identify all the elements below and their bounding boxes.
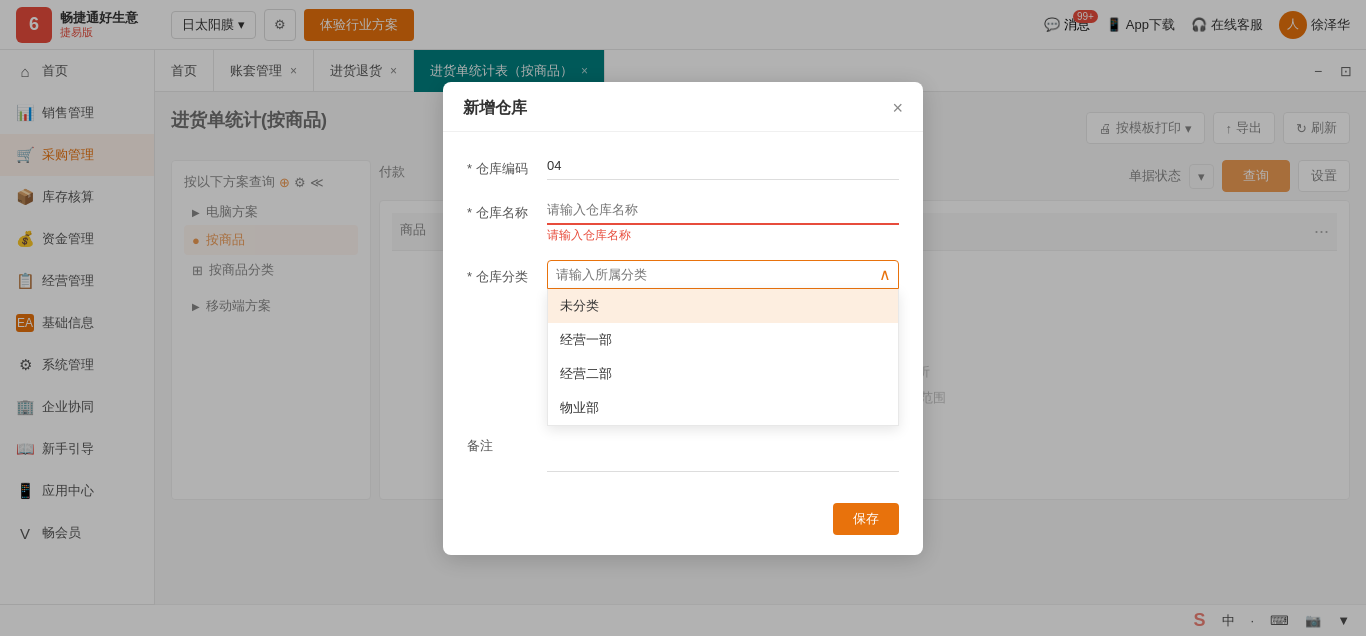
dropdown-item-dept3[interactable]: 物业部: [548, 391, 898, 425]
form-row-code: * 仓库编码: [467, 152, 899, 180]
new-warehouse-modal: 新增仓库 × * 仓库编码 * 仓库名称 请输入仓库名称 * 仓库分: [443, 82, 923, 555]
chevron-up-icon: ∧: [879, 265, 891, 284]
note-input-wrap: [547, 429, 899, 475]
name-input[interactable]: [547, 196, 899, 225]
form-row-note: 备注: [467, 429, 899, 475]
dropdown-item-uncategorized[interactable]: 未分类: [548, 289, 898, 323]
code-input[interactable]: [547, 152, 899, 180]
name-label: * 仓库名称: [467, 196, 547, 222]
dropdown-item-dept1[interactable]: 经营一部: [548, 323, 898, 357]
category-select-wrap: ∧ 未分类 经营一部 经营二部 物业部: [547, 260, 899, 289]
modal-body: * 仓库编码 * 仓库名称 请输入仓库名称 * 仓库分类 ∧: [443, 132, 923, 475]
modal-header: 新增仓库 ×: [443, 82, 923, 132]
form-row-category: * 仓库分类 ∧ 未分类 经营一部 经营二部 物业部: [467, 260, 899, 289]
code-label: * 仓库编码: [467, 152, 547, 178]
dropdown-item-dept2[interactable]: 经营二部: [548, 357, 898, 391]
modal-title: 新增仓库: [463, 98, 527, 119]
modal-close-button[interactable]: ×: [892, 99, 903, 117]
code-input-wrap: [547, 152, 899, 180]
name-error-msg: 请输入仓库名称: [547, 227, 899, 244]
note-label: 备注: [467, 429, 547, 455]
name-input-wrap: 请输入仓库名称: [547, 196, 899, 244]
save-button[interactable]: 保存: [833, 503, 899, 535]
category-dropdown: 未分类 经营一部 经营二部 物业部: [547, 289, 899, 426]
category-label: * 仓库分类: [467, 260, 547, 286]
note-input[interactable]: [547, 429, 899, 472]
modal-overlay: 新增仓库 × * 仓库编码 * 仓库名称 请输入仓库名称 * 仓库分: [0, 0, 1366, 636]
form-row-name: * 仓库名称 请输入仓库名称: [467, 196, 899, 244]
modal-footer: 保存: [443, 491, 923, 535]
category-input[interactable]: [547, 260, 899, 289]
